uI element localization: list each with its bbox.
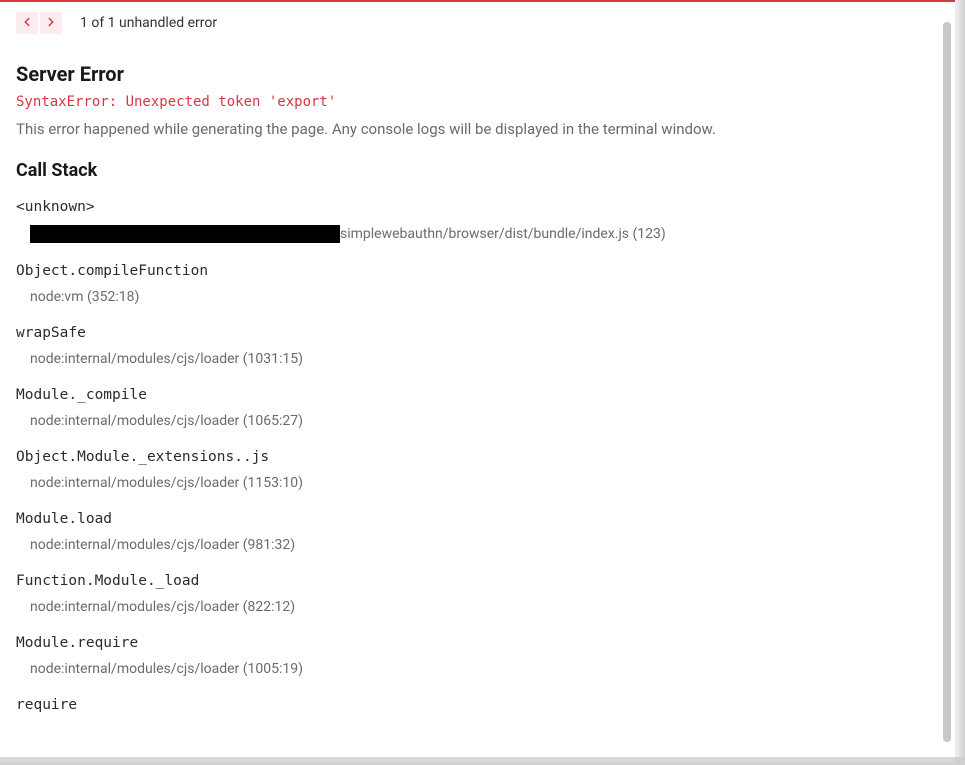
arrow-right-icon (44, 15, 58, 32)
stack-frame: Function.Module._load node:internal/modu… (16, 573, 939, 615)
error-nav-bar: 1 of 1 unhandled error (0, 2, 955, 42)
stack-frame: Module.require node:internal/modules/cjs… (16, 635, 939, 677)
frame-function: Module._compile (16, 387, 939, 403)
frame-location-suffix: simplewebauthn/browser/dist/bundle/index… (340, 226, 666, 242)
stack-frame: Module.load node:internal/modules/cjs/lo… (16, 511, 939, 553)
frame-location: simplewebauthn/browser/dist/bundle/index… (16, 225, 939, 243)
scrollbar[interactable] (943, 22, 951, 742)
frame-function: Object.compileFunction (16, 263, 939, 279)
frame-location: node:vm (352:18) (16, 289, 939, 305)
bottom-shadow (0, 757, 965, 765)
frame-location: node:internal/modules/cjs/loader (1005:1… (16, 661, 939, 677)
callstack-title: Call Stack (16, 160, 939, 181)
error-description: This error happened while generating the… (16, 120, 939, 138)
right-shadow (955, 0, 965, 765)
frame-function: <unknown> (16, 199, 939, 215)
error-overlay: 1 of 1 unhandled error Server Error Synt… (0, 0, 955, 762)
stack-frame: require (16, 697, 939, 723)
arrow-left-icon (20, 15, 34, 32)
frame-function: Module.load (16, 511, 939, 527)
frame-function: require (16, 697, 939, 713)
frame-function: Function.Module._load (16, 573, 939, 589)
frame-location: node:internal/modules/cjs/loader (822:12… (16, 599, 939, 615)
error-title: Server Error (16, 62, 939, 86)
frame-function: wrapSafe (16, 325, 939, 341)
error-message: SyntaxError: Unexpected token 'export' (16, 94, 939, 110)
frame-location: node:internal/modules/cjs/loader (1065:2… (16, 413, 939, 429)
next-error-button[interactable] (40, 12, 62, 34)
frame-location: node:internal/modules/cjs/loader (981:32… (16, 537, 939, 553)
stack-frame: Object.compileFunction node:vm (352:18) (16, 263, 939, 305)
prev-error-button[interactable] (16, 12, 38, 34)
stack-frame: <unknown> simplewebauthn/browser/dist/bu… (16, 199, 939, 243)
error-counter: 1 of 1 unhandled error (80, 15, 217, 31)
frame-location: node:internal/modules/cjs/loader (1031:1… (16, 351, 939, 367)
frame-function: Object.Module._extensions..js (16, 449, 939, 465)
error-content: Server Error SyntaxError: Unexpected tok… (0, 62, 955, 723)
stack-frame: Module._compile node:internal/modules/cj… (16, 387, 939, 429)
stack-frame: Object.Module._extensions..js node:inter… (16, 449, 939, 491)
redacted-path (30, 225, 340, 243)
frame-location: node:internal/modules/cjs/loader (1153:1… (16, 475, 939, 491)
stack-frame: wrapSafe node:internal/modules/cjs/loade… (16, 325, 939, 367)
frame-function: Module.require (16, 635, 939, 651)
